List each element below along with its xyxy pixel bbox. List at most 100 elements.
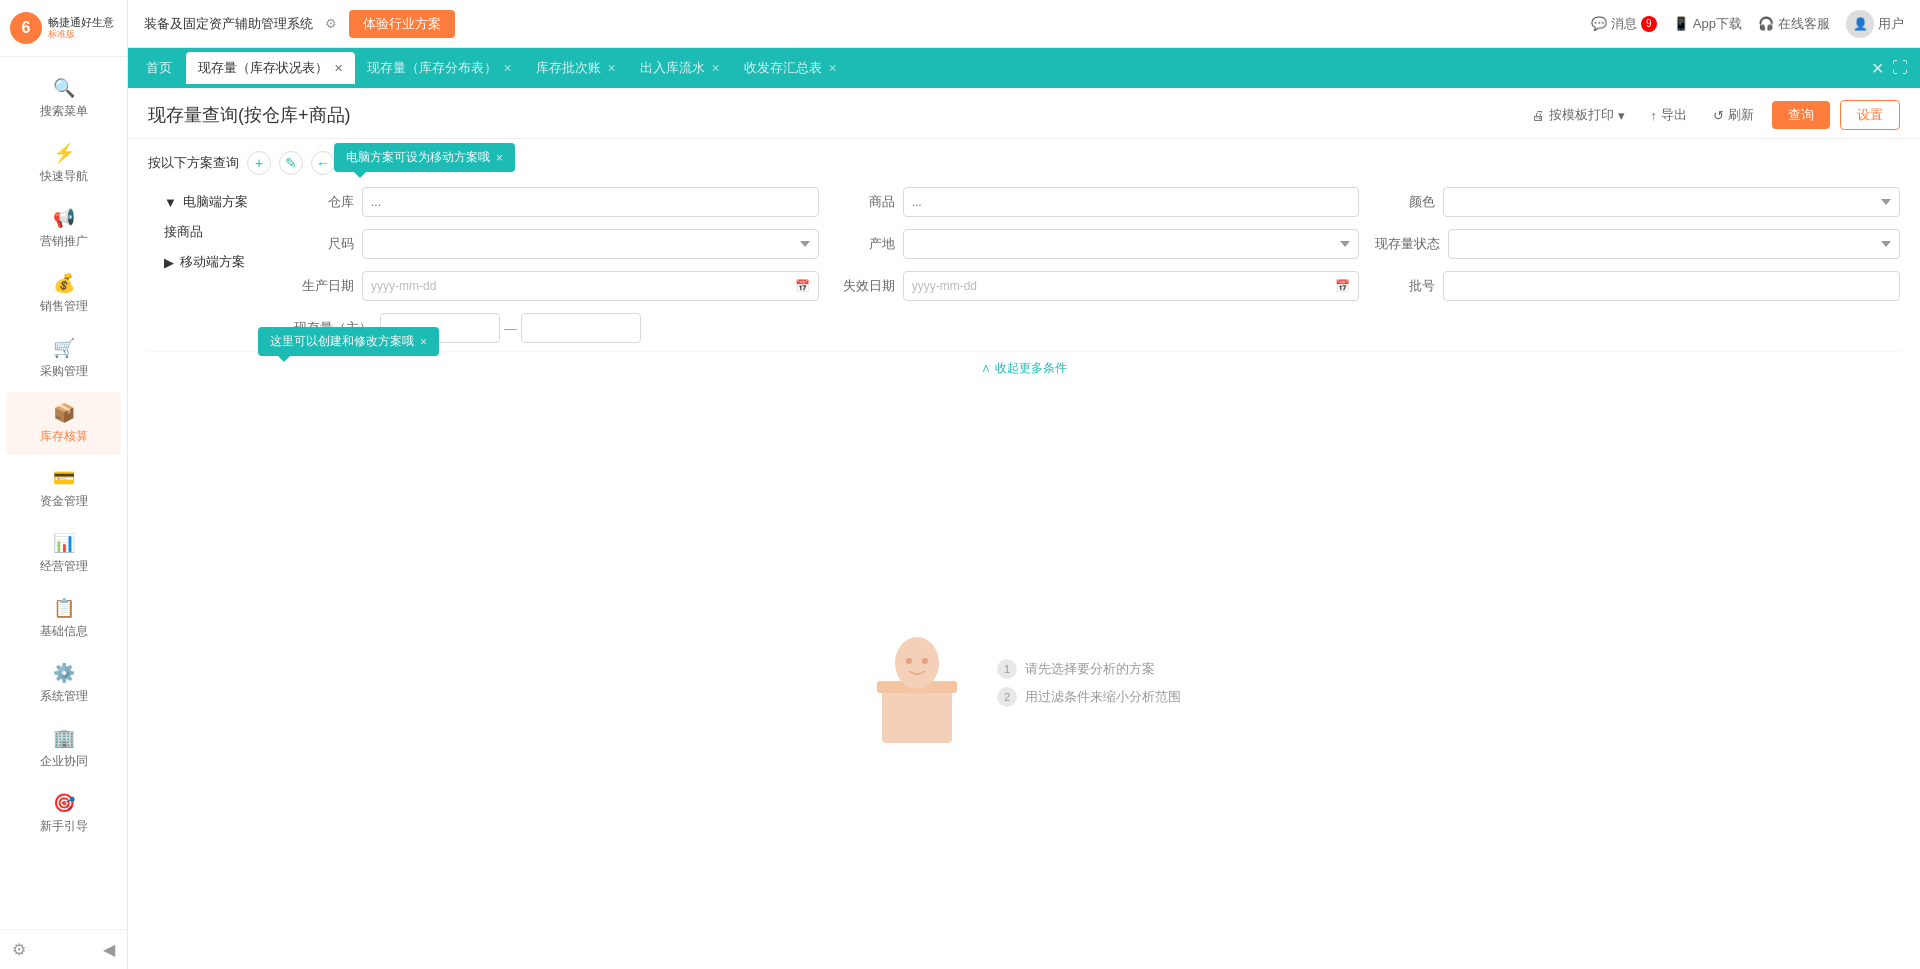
collapse-bar[interactable]: ∧ 收起更多条件: [148, 351, 1900, 385]
color-select[interactable]: [1443, 187, 1900, 217]
message-item[interactable]: 💬 消息 9: [1591, 15, 1657, 33]
step-num-1: 1: [997, 659, 1017, 679]
sidebar-item-enterprise[interactable]: 🏢 企业协同: [6, 717, 121, 780]
expiry-date-range: yyyy-mm-dd 📅: [903, 271, 1360, 301]
by-goods-label: 接商品: [164, 223, 203, 241]
filter-row-3: 生产日期 yyyy-mm-dd 📅 失效日期: [294, 271, 1900, 301]
create-tooltip: 这里可以创建和修改方案哦 ×: [258, 327, 439, 356]
stock-status-label: 现存量状态: [1375, 235, 1440, 253]
print-template-btn[interactable]: 🖨 按模板打印 ▾: [1524, 102, 1633, 128]
search-icon: 🔍: [53, 77, 75, 99]
collapse-sidebar-icon[interactable]: ◀: [103, 940, 115, 959]
scheme-tree-mobile[interactable]: ▶ 移动端方案: [148, 247, 278, 277]
header-right: 💬 消息 9 📱 App下载 🎧 在线客服 👤 用户: [1591, 10, 1904, 38]
sidebar-logo: 6 畅捷通好生意 标准版: [0, 0, 127, 57]
sidebar-label-purchase: 采购管理: [40, 363, 88, 380]
warehouse-input[interactable]: [362, 187, 819, 217]
scheme-tree-by-goods[interactable]: 接商品: [148, 217, 278, 247]
create-tooltip-close[interactable]: ×: [420, 335, 427, 349]
origin-select[interactable]: [903, 229, 1360, 259]
main-content: 装备及固定资产辅助管理系统 ⚙ 体验行业方案 💬 消息 9 📱 App下载 🎧 …: [128, 0, 1920, 969]
tab-inventory-status-label: 现存量（库存状况表）: [198, 59, 328, 77]
logo-title: 畅捷通好生意: [48, 15, 114, 29]
batch-no-input[interactable]: [1443, 271, 1900, 301]
tab-in-out-flow[interactable]: 出入库流水 ✕: [628, 52, 732, 84]
scheme-tooltip-close[interactable]: ×: [496, 151, 503, 165]
page-content: 现存量查询(按仓库+商品) 🖨 按模板打印 ▾ ↑ 导出 ↺ 刷新 查询 设置: [128, 88, 1920, 969]
app-download-label: App下载: [1693, 15, 1742, 33]
sidebar-item-sales[interactable]: 💰 销售管理: [6, 262, 121, 325]
empty-step-1-text: 请先选择要分析的方案: [1025, 660, 1155, 678]
app-download-item[interactable]: 📱 App下载: [1673, 15, 1742, 33]
production-date-from[interactable]: yyyy-mm-dd 📅: [362, 271, 819, 301]
phone-icon: 📱: [1673, 16, 1689, 31]
tab-maximize-icon[interactable]: ⛶: [1892, 59, 1908, 77]
create-tooltip-text: 这里可以创建和修改方案哦: [270, 333, 414, 350]
expiry-date-placeholder: yyyy-mm-dd: [912, 279, 977, 293]
sidebar-label-search: 搜索菜单: [40, 103, 88, 120]
filter-row-1: 仓库 商品 颜色: [294, 187, 1900, 217]
tab-close-all-icon[interactable]: ✕: [1871, 59, 1884, 78]
tab-inventory-status-close[interactable]: ✕: [334, 62, 343, 75]
system-settings-icon[interactable]: ⚙: [325, 16, 337, 31]
sidebar-item-purchase[interactable]: 🛒 采购管理: [6, 327, 121, 390]
back-scheme-icon: ←: [316, 155, 330, 171]
tab-bar: 首页 现存量（库存状况表） ✕ 现存量（库存分布表） ✕ 库存批次账 ✕ 出入库…: [128, 48, 1920, 88]
export-icon: ↑: [1651, 108, 1658, 123]
edit-scheme-btn[interactable]: ✎: [279, 151, 303, 175]
add-scheme-btn[interactable]: +: [247, 151, 271, 175]
settings-footer-icon[interactable]: ⚙: [12, 940, 26, 959]
filter-group-warehouse: 仓库: [294, 187, 819, 217]
filter-row-2: 尺码 产地 现存量状态: [294, 229, 1900, 259]
refresh-btn[interactable]: ↺ 刷新: [1705, 102, 1762, 128]
tab-batch-account-close[interactable]: ✕: [607, 62, 616, 75]
tab-inventory-status[interactable]: 现存量（库存状况表） ✕: [186, 52, 355, 84]
filter-row-4: 现存量（主） —: [294, 313, 1900, 343]
sidebar-item-system[interactable]: ⚙️ 系统管理: [6, 652, 121, 715]
online-support-item[interactable]: 🎧 在线客服: [1758, 15, 1830, 33]
tab-batch-account[interactable]: 库存批次账 ✕: [524, 52, 628, 84]
filter-area: 按以下方案查询 + ✎ ← 电脑方案可设为移动方案哦 ×: [128, 139, 1920, 397]
user-item[interactable]: 👤 用户: [1846, 10, 1904, 38]
basic-info-icon: 📋: [53, 597, 75, 619]
stock-status-select[interactable]: [1448, 229, 1900, 259]
tab-inventory-dist-close[interactable]: ✕: [503, 62, 512, 75]
sidebar-item-newbie[interactable]: 🎯 新手引导: [6, 782, 121, 845]
tab-receive-summary[interactable]: 收发存汇总表 ✕: [732, 52, 849, 84]
size-select[interactable]: [362, 229, 819, 259]
sidebar-label-newbie: 新手引导: [40, 818, 88, 835]
query-button[interactable]: 查询: [1772, 101, 1830, 129]
calendar-icon-from: 📅: [795, 279, 810, 293]
sidebar-label-enterprise: 企业协同: [40, 753, 88, 770]
expiry-date-from[interactable]: yyyy-mm-dd 📅: [903, 271, 1360, 301]
step-num-2: 2: [997, 687, 1017, 707]
sidebar-item-operations[interactable]: 📊 经营管理: [6, 522, 121, 585]
filter-group-origin: 产地: [835, 229, 1360, 259]
tab-inventory-dist[interactable]: 现存量（库存分布表） ✕: [355, 52, 524, 84]
goods-input[interactable]: [903, 187, 1360, 217]
tab-home[interactable]: 首页: [132, 52, 186, 84]
message-label: 消息: [1611, 15, 1637, 33]
mobile-scheme-label: 移动端方案: [180, 253, 245, 271]
scheme-tree-pc[interactable]: ▼ 电脑端方案: [148, 187, 278, 217]
sidebar-item-quick-nav[interactable]: ⚡ 快速导航: [6, 132, 121, 195]
sidebar-item-inventory[interactable]: 📦 库存核算: [6, 392, 121, 455]
avatar: 👤: [1846, 10, 1874, 38]
scheme-tooltip-text: 电脑方案可设为移动方案哦: [346, 149, 490, 166]
trial-industry-button[interactable]: 体验行业方案: [349, 10, 455, 38]
back-scheme-btn[interactable]: ←: [311, 151, 335, 175]
sidebar-item-search[interactable]: 🔍 搜索菜单: [6, 67, 121, 130]
filter-group-expiry-date: 失效日期 yyyy-mm-dd 📅: [835, 271, 1360, 301]
operations-icon: 📊: [53, 532, 75, 554]
logo-badge: 标准版: [48, 29, 114, 41]
tab-in-out-flow-close[interactable]: ✕: [711, 62, 720, 75]
sidebar-label-operations: 经营管理: [40, 558, 88, 575]
calendar-icon-expiry: 📅: [1335, 279, 1350, 293]
sidebar-item-marketing[interactable]: 📢 营销推广: [6, 197, 121, 260]
tab-receive-summary-close[interactable]: ✕: [828, 62, 837, 75]
settings-button[interactable]: 设置: [1840, 100, 1900, 130]
sidebar-item-finance[interactable]: 💳 资金管理: [6, 457, 121, 520]
sidebar-item-basic-info[interactable]: 📋 基础信息: [6, 587, 121, 650]
export-btn[interactable]: ↑ 导出: [1643, 102, 1696, 128]
stock-main-to[interactable]: [521, 313, 641, 343]
